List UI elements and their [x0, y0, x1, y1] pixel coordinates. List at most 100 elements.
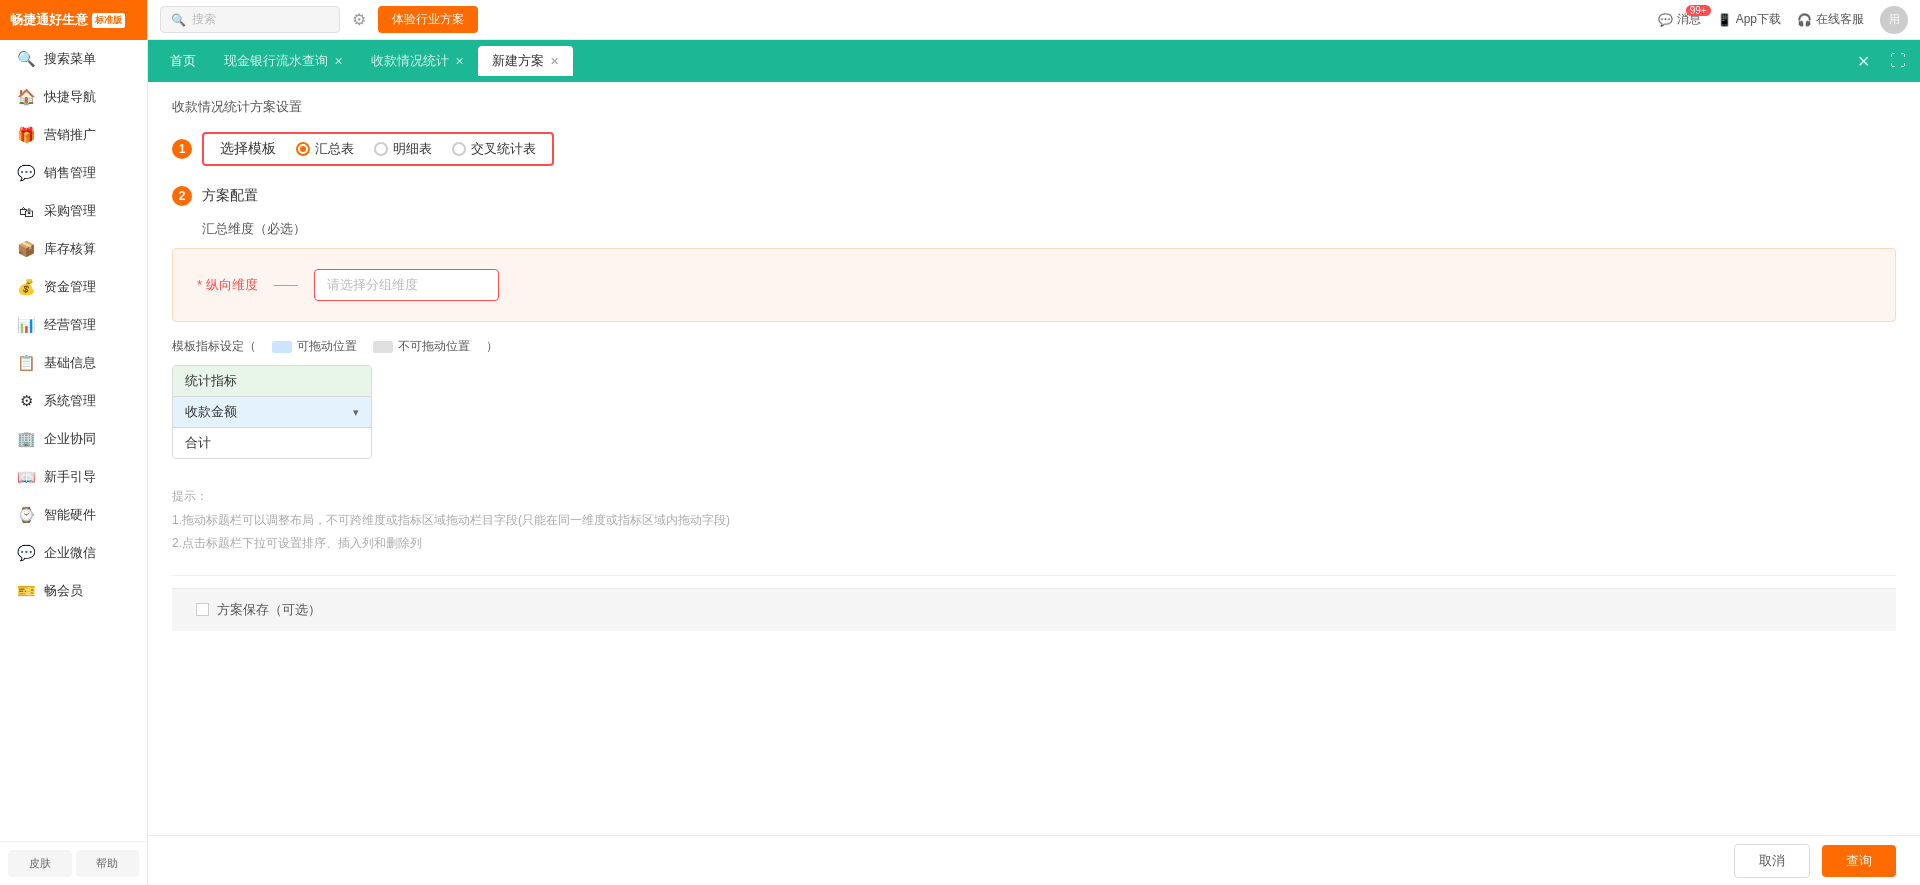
sidebar-item-search-menu[interactable]: 🔍 搜索菜单 — [0, 40, 147, 78]
building-icon: 🏢 — [16, 430, 36, 448]
chat-icon: 💬 — [16, 164, 36, 182]
save-label: 方案保存（可选） — [217, 601, 321, 619]
sidebar-item-label: 畅会员 — [44, 582, 83, 600]
maximize-button[interactable]: ⛶ — [1884, 50, 1912, 73]
sidebar-item-label: 企业微信 — [44, 544, 96, 562]
section-template: 1 选择模板 汇总表 明细表 — [172, 132, 1896, 166]
legend-draggable: 可拖动位置 — [272, 338, 357, 355]
message-icon: 💬 — [1658, 13, 1673, 27]
online-support-label: 在线客服 — [1816, 11, 1864, 28]
tips-item-2: 2.点击标题栏下拉可设置排序、插入列和删除列 — [172, 533, 1896, 555]
metrics-legend: 模板指标设定（ 可拖动位置 不可拖动位置 ） — [172, 338, 1896, 355]
sidebar-item-purchase[interactable]: 🛍 采购管理 — [0, 192, 147, 230]
sidebar-item-label: 快捷导航 — [44, 88, 96, 106]
breadcrumb: 收款情况统计方案设置 — [172, 98, 1896, 116]
tab-bank-flow-close[interactable]: ✕ — [334, 55, 343, 68]
sidebar-item-label: 经营管理 — [44, 316, 96, 334]
sidebar: 畅捷通好生意 标准版 🔍 搜索菜单 🏠 快捷导航 🎁 营销推广 💬 销售管理 🛍… — [0, 0, 148, 885]
radio-detail[interactable]: 明细表 — [374, 140, 432, 158]
help-button[interactable]: 帮助 — [76, 850, 140, 877]
settings-icon[interactable]: ⚙ — [352, 10, 366, 29]
draggable-color-swatch — [272, 341, 292, 353]
message-badge: 99+ — [1686, 5, 1711, 16]
trial-button[interactable]: 体验行业方案 — [378, 6, 478, 33]
sidebar-item-system[interactable]: ⚙ 系统管理 — [0, 382, 147, 420]
draggable-label: 可拖动位置 — [297, 338, 357, 355]
logo-badge: 标准版 — [92, 13, 125, 28]
search-menu-icon: 🔍 — [16, 50, 36, 68]
section2-title: 方案配置 — [202, 187, 258, 205]
sidebar-item-enterprise[interactable]: 🏢 企业协同 — [0, 420, 147, 458]
section-config: 2 方案配置 汇总维度（必选） * 纵向维度 —— 请选择分组维度 — [172, 186, 1896, 555]
radio-cross-circle — [452, 142, 466, 156]
section1-header: 1 选择模板 汇总表 明细表 — [172, 132, 1896, 166]
tab-new-plan-close[interactable]: ✕ — [550, 55, 559, 68]
tab-collection-stats-label: 收款情况统计 — [371, 52, 449, 70]
footer-save: 方案保存（可选） — [172, 588, 1896, 631]
sidebar-item-basic-info[interactable]: 📋 基础信息 — [0, 344, 147, 382]
tab-collection-stats-close[interactable]: ✕ — [455, 55, 464, 68]
main-area: 🔍 搜索 ⚙ 体验行业方案 💬 消息 99+ 📱 App下载 🎧 在线客服 用 — [148, 0, 1920, 885]
radio-summary[interactable]: 汇总表 — [296, 140, 354, 158]
headset-icon: 🎧 — [1797, 13, 1812, 27]
cancel-button[interactable]: 取消 — [1734, 844, 1810, 878]
query-button[interactable]: 查询 — [1822, 845, 1896, 877]
phone-icon: 📱 — [1717, 13, 1732, 27]
sidebar-item-inventory[interactable]: 📦 库存核算 — [0, 230, 147, 268]
sidebar-item-quick-nav[interactable]: 🏠 快捷导航 — [0, 78, 147, 116]
subsection-title: 汇总维度（必选） — [202, 220, 1896, 238]
tips-item-1: 1.拖动标题栏可以调整布局，不可跨维度或指标区域拖动栏目字段(只能在同一维度或指… — [172, 510, 1896, 532]
sidebar-item-label: 资金管理 — [44, 278, 96, 296]
sidebar-logo: 畅捷通好生意 标准版 — [0, 0, 147, 40]
section2-number: 2 — [172, 186, 192, 206]
sidebar-item-label: 系统管理 — [44, 392, 96, 410]
content-area: 收款情况统计方案设置 1 选择模板 汇总表 — [148, 82, 1920, 885]
sidebar-item-label: 新手引导 — [44, 468, 96, 486]
sidebar-item-marketing[interactable]: 🎁 营销推广 — [0, 116, 147, 154]
tab-new-plan[interactable]: 新建方案 ✕ — [478, 46, 573, 76]
vertical-dimension-row: * 纵向维度 —— 请选择分组维度 — [197, 269, 1871, 301]
search-box[interactable]: 🔍 搜索 — [160, 6, 340, 33]
dimension-select[interactable]: 请选择分组维度 — [314, 269, 499, 301]
dimension-area: * 纵向维度 —— 请选择分组维度 — [172, 248, 1896, 322]
sidebar-item-finance[interactable]: 💰 资金管理 — [0, 268, 147, 306]
sidebar-item-sales[interactable]: 💬 销售管理 — [0, 154, 147, 192]
tab-bank-flow[interactable]: 现金银行流水查询 ✕ — [210, 46, 357, 76]
metrics-dropdown-icon[interactable]: ▾ — [353, 406, 359, 419]
app-download-button[interactable]: 📱 App下载 — [1717, 11, 1781, 28]
sidebar-item-vip[interactable]: 🎫 畅会员 — [0, 572, 147, 610]
tips-area: 提示： 1.拖动标题栏可以调整布局，不可跨维度或指标区域拖动栏目字段(只能在同一… — [172, 486, 1896, 555]
radio-cross-label: 交叉统计表 — [471, 140, 536, 158]
sidebar-item-wechat[interactable]: 💬 企业微信 — [0, 534, 147, 572]
topbar: 🔍 搜索 ⚙ 体验行业方案 💬 消息 99+ 📱 App下载 🎧 在线客服 用 — [148, 0, 1920, 40]
sidebar-item-operation[interactable]: 📊 经营管理 — [0, 306, 147, 344]
sidebar-item-guide[interactable]: 📖 新手引导 — [0, 458, 147, 496]
tab-new-plan-label: 新建方案 — [492, 52, 544, 70]
gear-icon: ⚙ — [16, 392, 36, 410]
sidebar-item-smart-hw[interactable]: ⌚ 智能硬件 — [0, 496, 147, 534]
online-support-button[interactable]: 🎧 在线客服 — [1797, 11, 1864, 28]
sidebar-item-label: 基础信息 — [44, 354, 96, 372]
chart-icon: 📊 — [16, 316, 36, 334]
tab-home-label: 首页 — [170, 52, 196, 70]
template-radio-group: 汇总表 明细表 交叉统计表 — [296, 140, 536, 158]
radio-cross[interactable]: 交叉统计表 — [452, 140, 536, 158]
metrics-table-header: 统计指标 — [173, 366, 371, 397]
save-checkbox[interactable] — [196, 603, 209, 616]
skin-button[interactable]: 皮肤 — [8, 850, 72, 877]
metrics-table: 统计指标 收款金额 ▾ 合计 — [172, 365, 372, 459]
bag-icon: 🛍 — [16, 203, 36, 220]
money-icon: 💰 — [16, 278, 36, 296]
user-avatar[interactable]: 用 — [1880, 6, 1908, 34]
non-draggable-label: 不可拖动位置 — [398, 338, 470, 355]
close-window-button[interactable]: ✕ — [1851, 50, 1876, 73]
tab-home[interactable]: 首页 — [156, 46, 210, 76]
message-button[interactable]: 💬 消息 99+ — [1658, 11, 1701, 28]
book-icon: 📖 — [16, 468, 36, 486]
tab-collection-stats[interactable]: 收款情况统计 ✕ — [357, 46, 478, 76]
metrics-row-collection[interactable]: 收款金额 ▾ — [173, 397, 371, 428]
clipboard-icon: 📋 — [16, 354, 36, 372]
sidebar-item-label: 库存核算 — [44, 240, 96, 258]
ticket-icon: 🎫 — [16, 582, 36, 600]
section1-number: 1 — [172, 139, 192, 159]
